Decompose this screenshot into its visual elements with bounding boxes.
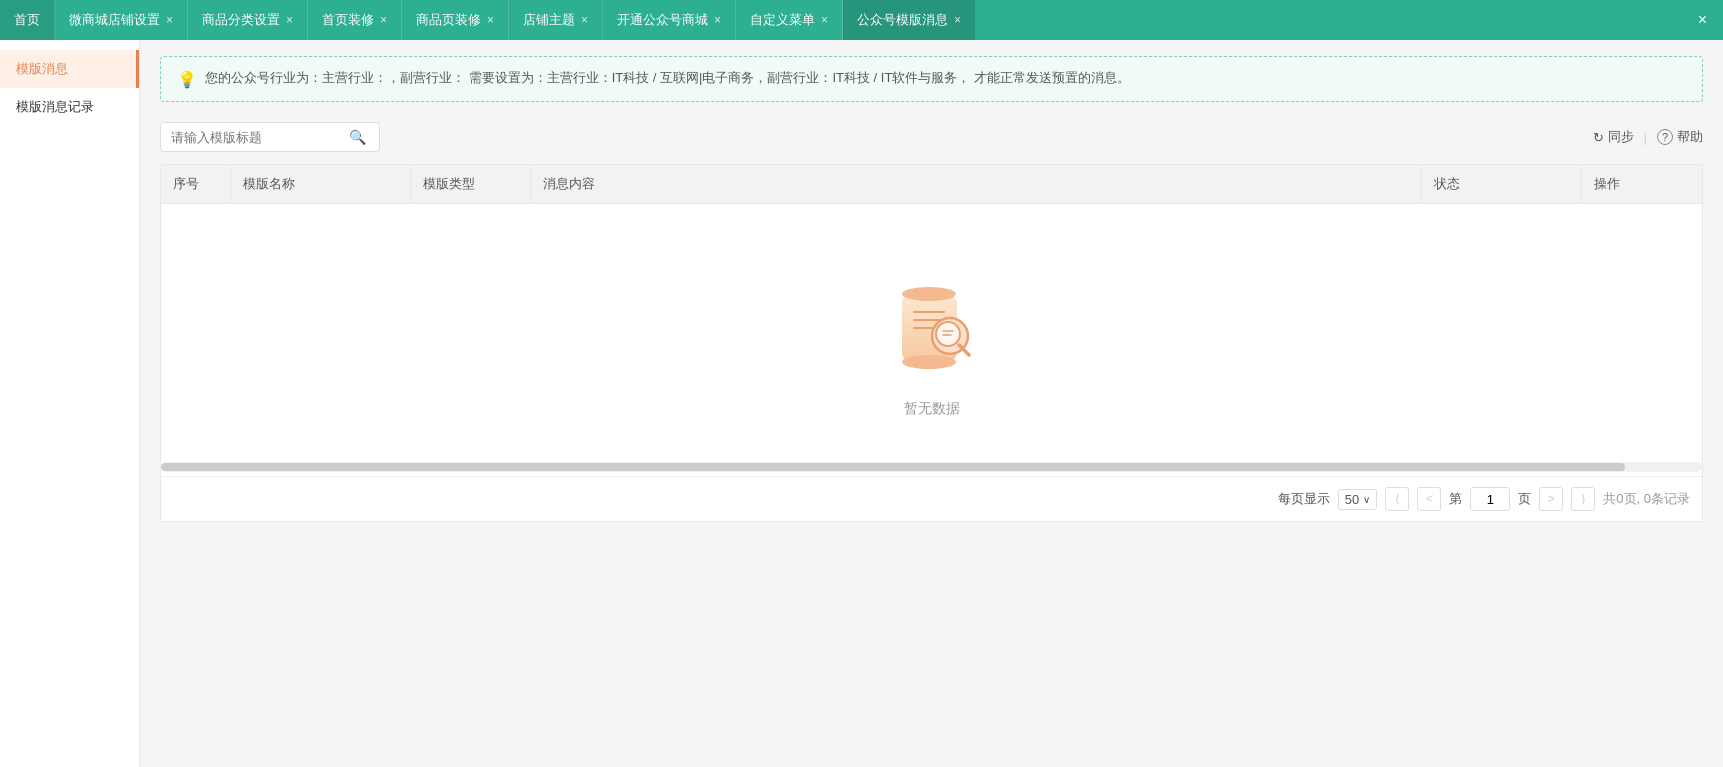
help-button[interactable]: ? 帮助 [1657, 128, 1703, 146]
search-input[interactable] [161, 124, 341, 151]
tab-product-decor[interactable]: 商品页装修 × [402, 0, 509, 40]
content-area: 💡 您的公众号行业为：主营行业：，副营行业： 需要设置为：主营行业：IT科技 /… [140, 40, 1723, 767]
col-index: 序号 [161, 165, 231, 203]
tab-template-msg[interactable]: 公众号模版消息 × [843, 0, 976, 40]
tab-home-decor-close[interactable]: × [380, 13, 387, 27]
page-label: 第 [1449, 490, 1462, 508]
tab-store-settings-close[interactable]: × [166, 13, 173, 27]
page-size-select[interactable]: 50 ∨ [1338, 489, 1377, 510]
tab-category-close[interactable]: × [286, 13, 293, 27]
col-status: 状态 [1422, 165, 1582, 203]
sync-button[interactable]: ↻ 同步 [1593, 128, 1634, 146]
tab-template-msg-label: 公众号模版消息 [857, 11, 948, 29]
page-size-value: 50 [1345, 492, 1359, 507]
tab-theme[interactable]: 店铺主题 × [509, 0, 603, 40]
first-page-button[interactable]: ⟨ [1385, 487, 1409, 511]
next-page-button[interactable]: > [1539, 487, 1563, 511]
tab-open-mall-label: 开通公众号商城 [617, 11, 708, 29]
last-page-button[interactable]: ⟩ [1571, 487, 1595, 511]
tab-home-label: 首页 [14, 11, 40, 29]
tab-open-mall[interactable]: 开通公众号商城 × [603, 0, 736, 40]
main-layout: 模版消息 模版消息记录 💡 您的公众号行业为：主营行业：，副营行业： 需要设置为… [0, 40, 1723, 767]
table-header: 序号 模版名称 模版类型 消息内容 状态 操作 [161, 165, 1702, 204]
empty-illustration [872, 264, 992, 384]
search-input-wrap: 🔍 [160, 122, 380, 152]
search-bar: 🔍 ↻ 同步 | ? 帮助 [160, 122, 1703, 152]
scrollbar-thumb [161, 463, 1625, 471]
data-table: 序号 模版名称 模版类型 消息内容 状态 操作 [160, 164, 1703, 522]
col-name: 模版名称 [231, 165, 411, 203]
page-number-input[interactable] [1470, 487, 1510, 511]
tab-custom-menu[interactable]: 自定义菜单 × [736, 0, 843, 40]
pagination: 每页显示 50 ∨ ⟨ < 第 页 > ⟩ 共0页, 0条记录 [161, 476, 1702, 521]
tab-store-settings-label: 微商城店铺设置 [69, 11, 160, 29]
notice-suffix: 才能正常发送预置的消息。 [974, 70, 1130, 85]
sync-icon: ↻ [1593, 130, 1604, 145]
col-type: 模版类型 [411, 165, 531, 203]
sidebar-item-template-msg-label: 模版消息 [16, 61, 68, 76]
svg-point-9 [936, 322, 960, 346]
tab-bar-close-all[interactable]: × [1682, 11, 1723, 29]
toolbar-divider: | [1644, 130, 1647, 145]
tab-open-mall-close[interactable]: × [714, 13, 721, 27]
tab-category-label: 商品分类设置 [202, 11, 280, 29]
prev-page-button[interactable]: < [1417, 487, 1441, 511]
notice-prefix: 您的公众号行业为：主营行业：，副营行业： [205, 70, 465, 85]
tab-bar: 首页 微商城店铺设置 × 商品分类设置 × 首页装修 × 商品页装修 × 店铺主… [0, 0, 1723, 40]
empty-text: 暂无数据 [904, 400, 960, 418]
notice-icon: 💡 [177, 70, 197, 89]
help-label: 帮助 [1677, 128, 1703, 146]
help-circle-icon: ? [1657, 129, 1673, 145]
notice-highlight: 需要设置为：主营行业：IT科技 / 互联网|电子商务，副营行业：IT科技 / I… [469, 70, 971, 85]
page-unit: 页 [1518, 490, 1531, 508]
col-content: 消息内容 [531, 165, 1422, 203]
tab-product-decor-label: 商品页装修 [416, 11, 481, 29]
tab-category[interactable]: 商品分类设置 × [188, 0, 308, 40]
tab-home[interactable]: 首页 [0, 0, 55, 40]
sidebar-item-template-msg-record[interactable]: 模版消息记录 [0, 88, 139, 126]
tab-theme-close[interactable]: × [581, 13, 588, 27]
toolbar-right: ↻ 同步 | ? 帮助 [1593, 128, 1703, 146]
total-info: 共0页, 0条记录 [1603, 490, 1690, 508]
tab-home-decor[interactable]: 首页装修 × [308, 0, 402, 40]
tab-home-decor-label: 首页装修 [322, 11, 374, 29]
tab-product-decor-close[interactable]: × [487, 13, 494, 27]
per-page-label: 每页显示 [1278, 490, 1330, 508]
tab-custom-menu-close[interactable]: × [821, 13, 828, 27]
tab-custom-menu-label: 自定义菜单 [750, 11, 815, 29]
col-action: 操作 [1582, 165, 1702, 203]
horizontal-scrollbar[interactable] [161, 462, 1702, 472]
svg-point-3 [902, 287, 956, 301]
sidebar: 模版消息 模版消息记录 [0, 40, 140, 767]
empty-state: 暂无数据 [161, 204, 1702, 458]
tab-theme-label: 店铺主题 [523, 11, 575, 29]
notice-content: 您的公众号行业为：主营行业：，副营行业： 需要设置为：主营行业：IT科技 / 互… [205, 69, 1130, 87]
tab-template-msg-close[interactable]: × [954, 13, 961, 27]
svg-point-4 [902, 355, 956, 369]
sidebar-item-template-msg[interactable]: 模版消息 [0, 50, 139, 88]
chevron-down-icon: ∨ [1363, 494, 1370, 505]
sidebar-item-template-msg-record-label: 模版消息记录 [16, 99, 94, 114]
search-icon: 🔍 [349, 129, 366, 145]
sync-label: 同步 [1608, 128, 1634, 146]
tab-store-settings[interactable]: 微商城店铺设置 × [55, 0, 188, 40]
search-button[interactable]: 🔍 [341, 123, 374, 151]
notice-box: 💡 您的公众号行业为：主营行业：，副营行业： 需要设置为：主营行业：IT科技 /… [160, 56, 1703, 102]
